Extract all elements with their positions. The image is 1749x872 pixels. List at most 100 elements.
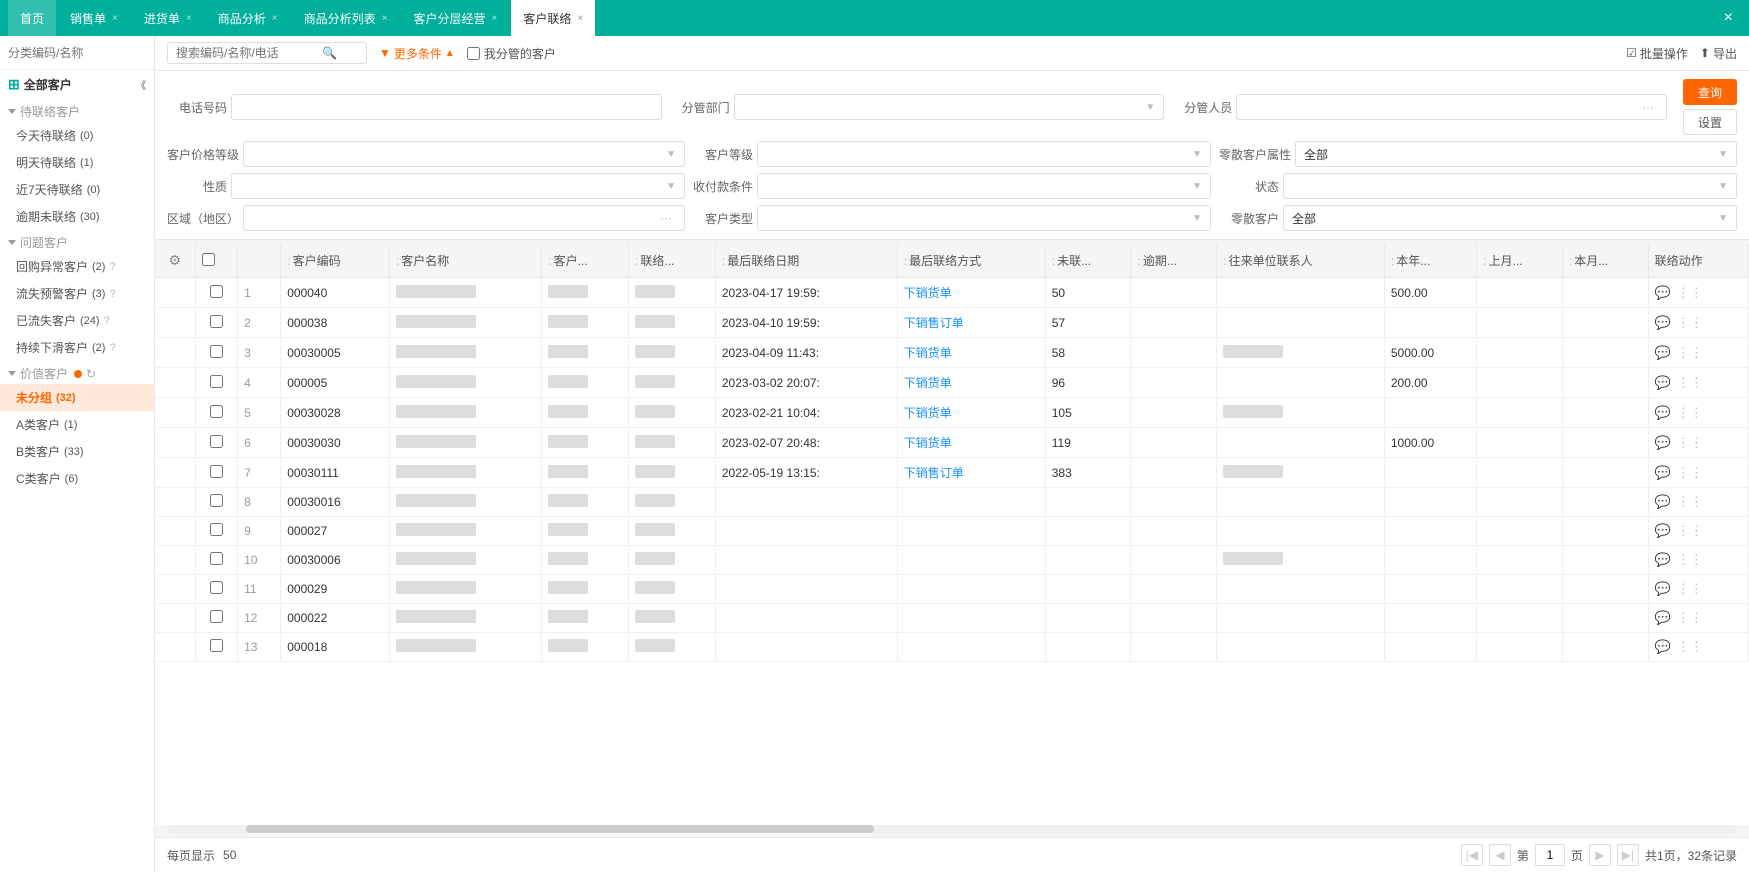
col-contact[interactable]: :联络... (629, 244, 716, 278)
contact-icon[interactable]: 💬 (1655, 315, 1671, 331)
tab-product-analysis-list[interactable]: 商品分析列表 × (292, 0, 400, 36)
row-checkbox[interactable] (210, 639, 223, 652)
more-icon[interactable]: ⋮⋮ (1677, 523, 1703, 539)
retail-customer-select[interactable]: 全部 ▼ (1283, 205, 1737, 231)
contact-icon[interactable]: 💬 (1655, 610, 1671, 626)
tab-sales-close[interactable]: × (112, 13, 118, 24)
more-icon[interactable]: ⋮⋮ (1677, 581, 1703, 597)
tab-customer-contact[interactable]: 客户联络 × (511, 0, 595, 36)
more-icon[interactable]: ⋮⋮ (1677, 552, 1703, 568)
settings-gear-icon[interactable]: ⚙ (168, 252, 181, 268)
more-icon[interactable]: ⋮⋮ (1677, 345, 1703, 361)
export-btn[interactable]: ⬆ 导出 (1700, 45, 1737, 62)
more-icon[interactable]: ⋮⋮ (1677, 465, 1703, 481)
sidebar-item-declining[interactable]: 持续下滑客户 (2) ? (0, 334, 154, 361)
status-select[interactable]: ▼ (1283, 173, 1737, 199)
col-type[interactable]: :客户... (542, 244, 629, 278)
row-checkbox[interactable] (210, 345, 223, 358)
payment-select[interactable]: ▼ (757, 173, 1211, 199)
row-checkbox[interactable] (210, 375, 223, 388)
prev-page-btn[interactable]: ◀ (1489, 844, 1511, 866)
query-button[interactable]: 查询 (1683, 79, 1737, 105)
col-settings[interactable]: ⚙ (155, 244, 195, 278)
last-method-link[interactable]: 下销售订单 (904, 466, 964, 480)
horizontal-scrollbar[interactable] (167, 825, 1737, 833)
sidebar-item-ungroup[interactable]: 未分组 (32) (0, 384, 154, 411)
page-number-input[interactable] (1535, 844, 1565, 866)
row-checkbox[interactable] (210, 552, 223, 565)
contact-icon[interactable]: 💬 (1655, 435, 1671, 451)
col-last-month[interactable]: :上月... (1477, 244, 1563, 278)
sidebar-item-abnormal[interactable]: 回购异常客户 (2) ? (0, 253, 154, 280)
more-icon[interactable]: ⋮⋮ (1677, 610, 1703, 626)
phone-input[interactable] (231, 94, 662, 120)
row-checkbox[interactable] (210, 315, 223, 328)
col-overdue[interactable]: :逾期... (1131, 244, 1217, 278)
retail-attr-select[interactable]: 全部 ▼ (1295, 141, 1737, 167)
sidebar-item-tomorrow[interactable]: 明天待联络 (1) (0, 149, 154, 176)
sidebar-item-7days[interactable]: 近7天待联络 (0) (0, 176, 154, 203)
more-icon[interactable]: ⋮⋮ (1677, 375, 1703, 391)
contact-icon[interactable]: 💬 (1655, 375, 1671, 391)
sidebar-search-input[interactable] (8, 46, 155, 60)
region-dots[interactable]: ··· (656, 211, 676, 225)
sidebar-item-today[interactable]: 今天待联络 (0) (0, 122, 154, 149)
contact-icon[interactable]: 💬 (1655, 465, 1671, 481)
last-method-link[interactable]: 下销货单 (904, 406, 952, 420)
scrollbar-thumb[interactable] (246, 825, 874, 833)
reset-button[interactable]: 设置 (1683, 109, 1737, 135)
row-checkbox[interactable] (210, 610, 223, 623)
col-last-method[interactable]: :最后联络方式 (897, 244, 1045, 278)
tab-purchase[interactable]: 进货单 × (132, 0, 204, 36)
dept-select[interactable]: ▼ (734, 94, 1165, 120)
last-method-link[interactable]: 下销货单 (904, 286, 952, 300)
col-this-year[interactable]: :本年... (1384, 244, 1476, 278)
customer-level-select[interactable]: ▼ (757, 141, 1211, 167)
contact-icon[interactable]: 💬 (1655, 405, 1671, 421)
col-name[interactable]: :客户名称 (389, 244, 541, 278)
row-checkbox[interactable] (210, 494, 223, 507)
close-all-btn[interactable]: × (1716, 9, 1741, 27)
contact-icon[interactable]: 💬 (1655, 523, 1671, 539)
sidebar-item-typeA[interactable]: A类客户 (1) (0, 411, 154, 438)
tab-purchase-close[interactable]: × (186, 13, 192, 24)
contact-icon[interactable]: 💬 (1655, 494, 1671, 510)
filter-search-icon[interactable]: 🔍 (322, 46, 337, 60)
more-icon[interactable]: ⋮⋮ (1677, 435, 1703, 451)
col-no-contact[interactable]: :未联... (1045, 244, 1131, 278)
col-this-month[interactable]: :本月... (1562, 244, 1648, 278)
sidebar-item-lost[interactable]: 已流失客户 (24) ? (0, 307, 154, 334)
tab-home[interactable]: 首页 (8, 0, 56, 36)
sidebar-item-typeB[interactable]: B类客户 (33) (0, 438, 154, 465)
tab-product-analysis-close[interactable]: × (272, 13, 278, 24)
my-customers-check[interactable] (467, 47, 480, 60)
contact-icon[interactable]: 💬 (1655, 639, 1671, 655)
tab-product-analysis[interactable]: 商品分析 × (206, 0, 290, 36)
filter-search-input[interactable] (176, 46, 316, 60)
row-checkbox[interactable] (210, 523, 223, 536)
contact-icon[interactable]: 💬 (1655, 552, 1671, 568)
col-last-date[interactable]: :最后联络日期 (715, 244, 897, 278)
sidebar-item-typeC[interactable]: C类客户 (6) (0, 465, 154, 492)
last-page-btn[interactable]: ▶| (1617, 844, 1639, 866)
next-page-btn[interactable]: ▶ (1589, 844, 1611, 866)
region-select[interactable]: ··· (243, 205, 685, 231)
batch-op-btn[interactable]: ☑ 批量操作 (1626, 45, 1688, 62)
row-checkbox[interactable] (210, 285, 223, 298)
manager-dots[interactable]: ··· (1638, 100, 1658, 114)
tab-segment-close[interactable]: × (491, 13, 497, 24)
select-all-checkbox[interactable] (202, 253, 215, 266)
tab-customer-segment[interactable]: 客户分层经营 × (401, 0, 509, 36)
more-icon[interactable]: ⋮⋮ (1677, 405, 1703, 421)
manager-select[interactable]: ··· (1236, 94, 1667, 120)
sidebar-item-churn-warning[interactable]: 流失预警客户 (3) ? (0, 280, 154, 307)
last-method-link[interactable]: 下销货单 (904, 436, 952, 450)
row-checkbox[interactable] (210, 465, 223, 478)
col-code[interactable]: :客户编码 (281, 244, 390, 278)
last-method-link[interactable]: 下销货单 (904, 346, 952, 360)
my-customers-checkbox[interactable]: 我分管的客户 (467, 45, 556, 62)
more-icon[interactable]: ⋮⋮ (1677, 494, 1703, 510)
gender-select[interactable]: ▼ (231, 173, 685, 199)
contact-icon[interactable]: 💬 (1655, 581, 1671, 597)
last-method-link[interactable]: 下销货单 (904, 376, 952, 390)
